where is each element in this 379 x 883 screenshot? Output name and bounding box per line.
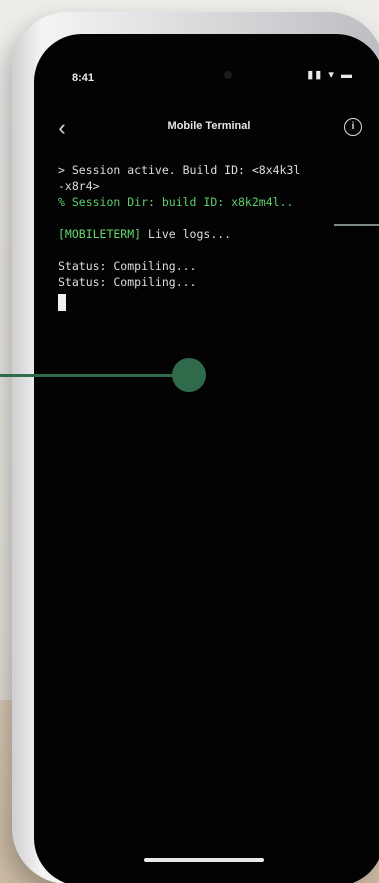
- terminal-output[interactable]: > Session active. Build ID: <8x4k3l -x8r…: [58, 162, 370, 315]
- chevron-left-icon[interactable]: ‹: [50, 116, 74, 140]
- wifi-icon: ▾: [328, 69, 336, 81]
- info-icon[interactable]: i: [344, 118, 362, 136]
- status-icons: ▮▮ ▾ ▬: [307, 68, 354, 81]
- home-indicator[interactable]: [144, 858, 264, 862]
- signal-icon: ▮▮: [307, 69, 324, 81]
- terminal-line: Status: Compiling...: [58, 275, 197, 289]
- status-bar: 8:41 ▮▮ ▾ ▬: [34, 34, 379, 84]
- terminal-line: Status: Compiling...: [58, 259, 197, 273]
- terminal-line: > Session active. Build ID: <8x4k3l: [58, 163, 301, 177]
- terminal-tag: [MOBILETERM]: [58, 227, 142, 241]
- callout-line: [0, 374, 180, 377]
- front-camera: [224, 71, 232, 79]
- phone-screen: 8:41 ▮▮ ▾ ▬ ‹ Mobile Terminal i > Sessio…: [34, 34, 379, 883]
- photo-scene: 8:41 ▮▮ ▾ ▬ ‹ Mobile Terminal i > Sessio…: [0, 0, 379, 883]
- terminal-line: -x8r4>: [58, 179, 100, 193]
- terminal-line: % Session Dir: build ID: x8k2m4l..: [58, 195, 294, 209]
- nav-bar: ‹ Mobile Terminal i: [34, 116, 379, 146]
- phone-frame: 8:41 ▮▮ ▾ ▬ ‹ Mobile Terminal i > Sessio…: [12, 12, 379, 883]
- terminal-line: [MOBILETERM] Live logs...: [58, 226, 370, 242]
- callout-line: [334, 224, 379, 226]
- status-time: 8:41: [72, 72, 95, 84]
- terminal-line-text: Live logs...: [141, 227, 232, 241]
- page-title: Mobile Terminal: [167, 120, 251, 132]
- callout-dot: [172, 358, 206, 392]
- terminal-cursor: [58, 294, 66, 311]
- battery-icon: ▬: [341, 69, 354, 81]
